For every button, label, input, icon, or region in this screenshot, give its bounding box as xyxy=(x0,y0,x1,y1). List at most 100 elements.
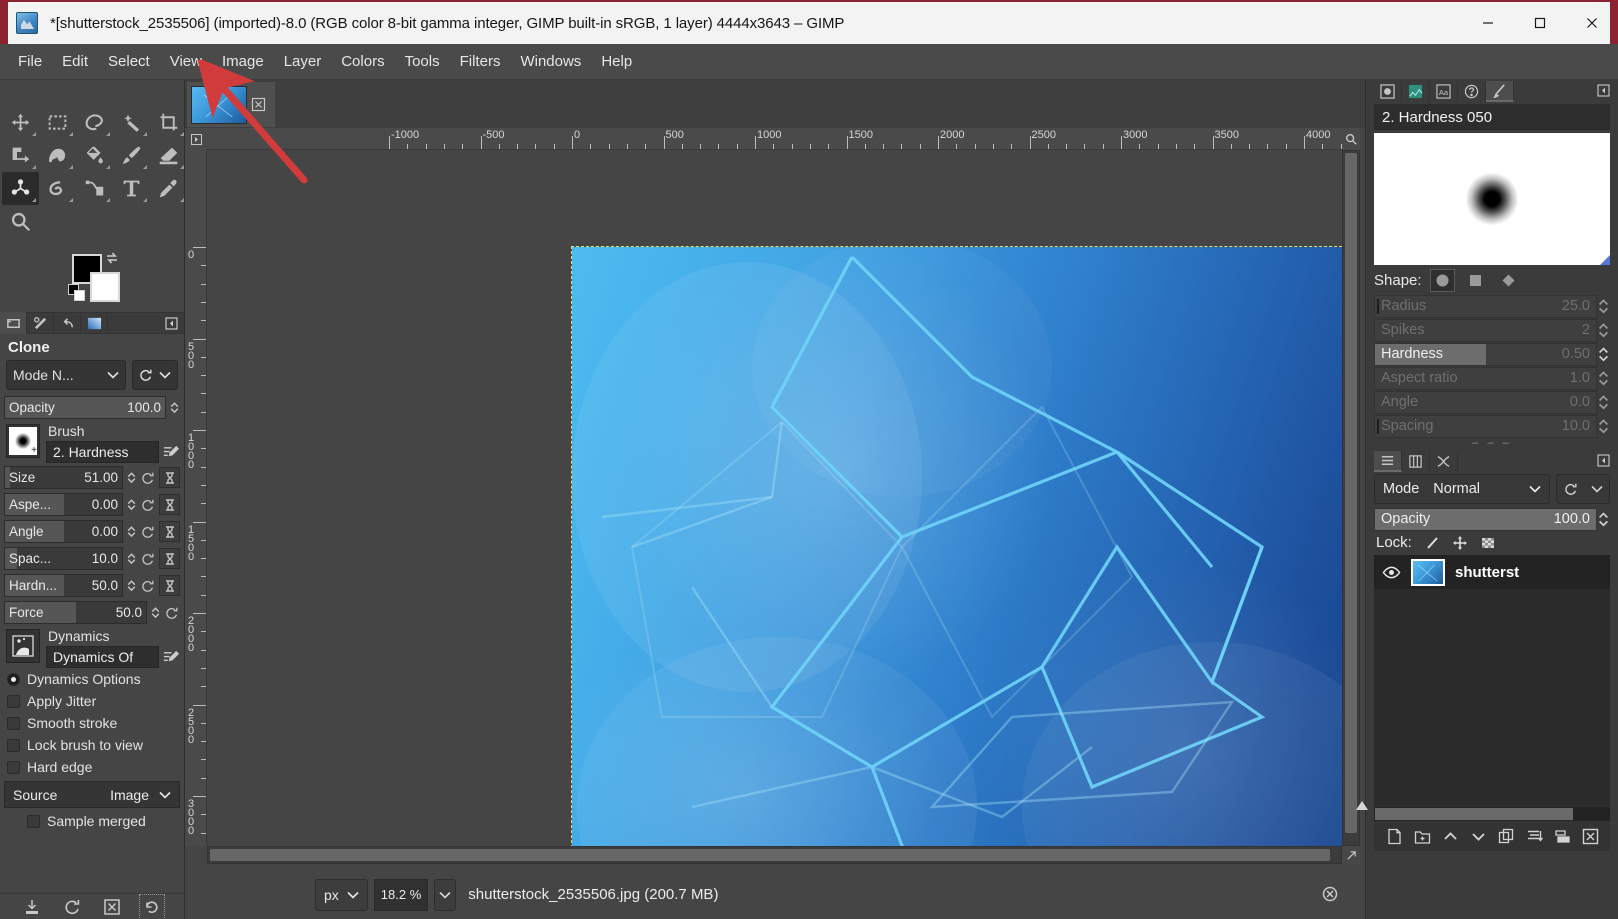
aspect-stepper[interactable] xyxy=(126,494,137,515)
transform-tool-icon[interactable] xyxy=(2,139,39,172)
dock-separator-grip[interactable]: – – – xyxy=(1366,438,1618,450)
minimize-button[interactable] xyxy=(1462,1,1514,45)
brush-aspect-stepper[interactable] xyxy=(1597,367,1610,389)
source-combo[interactable]: Source Image xyxy=(4,781,180,808)
diamond-shape-icon[interactable] xyxy=(1496,269,1521,292)
save-tool-preset-icon[interactable] xyxy=(23,898,41,916)
unit-combo[interactable]: px xyxy=(315,878,368,911)
menu-filters[interactable]: Filters xyxy=(450,48,511,75)
merge-down-icon[interactable] xyxy=(1526,828,1543,845)
edit-brush-icon[interactable] xyxy=(163,444,180,461)
patterns-tab-icon[interactable] xyxy=(1402,80,1430,102)
paths-tab-icon[interactable] xyxy=(1430,450,1458,472)
rectangle-select-tool-icon[interactable] xyxy=(39,106,76,139)
lock-alpha-icon[interactable] xyxy=(1480,535,1496,551)
spacing-slider[interactable]: Spac... 10.0 xyxy=(4,547,123,570)
lock-position-icon[interactable] xyxy=(1452,535,1468,551)
bucket-fill-tool-icon[interactable] xyxy=(76,139,113,172)
swap-colors-icon[interactable] xyxy=(104,250,120,266)
layer-row[interactable]: shutterst xyxy=(1374,555,1610,589)
brush-angle-stepper[interactable] xyxy=(1597,391,1610,413)
size-reset-icon[interactable] xyxy=(140,468,156,488)
reset-tool-options-icon[interactable] xyxy=(139,893,165,919)
brush-aspect-slider[interactable]: Aspect ratio 1.0 xyxy=(1374,366,1597,390)
undo-history-tab-icon[interactable] xyxy=(54,312,81,334)
menu-view[interactable]: View xyxy=(160,48,212,75)
smudge-tool-icon[interactable] xyxy=(39,172,76,205)
delete-layer-icon[interactable] xyxy=(1582,828,1599,845)
vertical-scrollbar-thumb[interactable] xyxy=(1345,153,1357,833)
menu-image[interactable]: Image xyxy=(212,48,274,75)
layers-horizontal-scrollbar[interactable] xyxy=(1374,807,1610,821)
horizontal-ruler[interactable]: -1000 -500 0 500 1000 1500 2000 2500 3000 3500 400… xyxy=(207,128,1342,150)
circle-shape-icon[interactable] xyxy=(1429,269,1455,292)
zoom-input[interactable]: 18.2 % xyxy=(373,878,429,911)
angle-link-icon[interactable] xyxy=(159,521,180,542)
brush-spacing-stepper[interactable] xyxy=(1597,415,1610,437)
background-color-swatch[interactable] xyxy=(90,272,120,302)
new-layer-group-icon[interactable] xyxy=(1414,828,1431,845)
hardness-slider[interactable]: Hardn... 50.0 xyxy=(4,574,123,597)
layer-mode-reset-combo[interactable] xyxy=(1556,474,1610,504)
hardness-reset-icon[interactable] xyxy=(140,576,156,596)
size-link-icon[interactable] xyxy=(159,467,180,488)
menu-tools[interactable]: Tools xyxy=(395,48,450,75)
tool-options-tab-icon[interactable] xyxy=(0,312,27,334)
fuzzy-select-tool-icon[interactable] xyxy=(113,106,150,139)
lower-layer-icon[interactable] xyxy=(1470,828,1487,845)
layers-list-empty-area[interactable] xyxy=(1374,589,1610,807)
layer-visibility-icon[interactable] xyxy=(1382,563,1401,582)
resize-grip-icon[interactable] xyxy=(1600,255,1610,265)
spacing-stepper[interactable] xyxy=(126,548,137,569)
brush-spacing-slider[interactable]: Spacing 10.0 xyxy=(1374,414,1597,438)
brush-hardness-slider[interactable]: Hardness 0.50 xyxy=(1374,342,1597,366)
opacity-stepper[interactable] xyxy=(169,397,180,418)
paths-tool-icon[interactable] xyxy=(76,172,113,205)
hard-edge-row[interactable]: Hard edge xyxy=(0,756,184,778)
free-select-tool-icon[interactable] xyxy=(76,106,113,139)
document-history-tab-icon[interactable] xyxy=(1458,80,1486,102)
force-slider[interactable]: Force 50.0 xyxy=(4,601,147,624)
ruler-origin-button[interactable] xyxy=(185,128,207,150)
delete-tool-preset-icon[interactable] xyxy=(103,898,121,916)
dock-menu-icon[interactable] xyxy=(165,317,178,330)
brush-hardness-stepper[interactable] xyxy=(1597,343,1610,365)
warp-tool-icon[interactable] xyxy=(39,139,76,172)
vertical-ruler[interactable]: 0500100015002000250030003500 xyxy=(185,150,207,846)
dynamics-options-row[interactable]: Dynamics Options xyxy=(0,668,184,690)
paint-mode-combo[interactable]: Mode N... xyxy=(6,360,126,390)
menu-select[interactable]: Select xyxy=(98,48,160,75)
brush-angle-slider[interactable]: Angle 0.0 xyxy=(1374,390,1597,414)
radius-slider[interactable]: Radius 25.0 xyxy=(1374,294,1597,318)
sample-merged-checkbox[interactable] xyxy=(27,814,40,828)
dock-menu-icon[interactable] xyxy=(1597,84,1610,97)
aspect-link-icon[interactable] xyxy=(159,494,180,515)
fonts-tab-icon[interactable]: Aa xyxy=(1430,80,1458,102)
canvas-area[interactable] xyxy=(207,150,1342,846)
menu-help[interactable]: Help xyxy=(591,48,642,75)
dock-menu-icon[interactable] xyxy=(1597,454,1610,467)
dynamics-options-radio[interactable] xyxy=(7,672,20,686)
maximize-button[interactable] xyxy=(1514,1,1566,45)
navigation-preview-button[interactable] xyxy=(1342,846,1360,864)
document-tab[interactable] xyxy=(187,82,275,127)
spikes-slider[interactable]: Spikes 2 xyxy=(1374,318,1597,342)
paintbrush-tool-icon[interactable] xyxy=(113,139,150,172)
layer-opacity-stepper[interactable] xyxy=(1597,508,1610,530)
spacing-reset-icon[interactable] xyxy=(140,549,156,569)
zoom-tool-icon[interactable] xyxy=(2,205,39,238)
hardness-link-icon[interactable] xyxy=(159,575,180,596)
brush-value[interactable]: 2. Hardness xyxy=(46,441,159,463)
menu-colors[interactable]: Colors xyxy=(331,48,394,75)
menu-file[interactable]: File xyxy=(8,48,52,75)
gradients-tab-icon[interactable] xyxy=(81,312,108,334)
color-picker-tool-icon[interactable] xyxy=(150,172,187,205)
lock-brush-to-view-checkbox[interactable] xyxy=(7,738,20,752)
spikes-stepper[interactable] xyxy=(1597,319,1610,341)
force-reset-icon[interactable] xyxy=(164,603,180,623)
aspect-reset-icon[interactable] xyxy=(140,495,156,515)
sample-merged-row[interactable]: Sample merged xyxy=(0,808,184,832)
aspect-slider[interactable]: Aspe... 0.00 xyxy=(4,493,123,516)
lock-brush-to-view-row[interactable]: Lock brush to view xyxy=(0,734,184,756)
new-layer-icon[interactable] xyxy=(1386,828,1403,845)
